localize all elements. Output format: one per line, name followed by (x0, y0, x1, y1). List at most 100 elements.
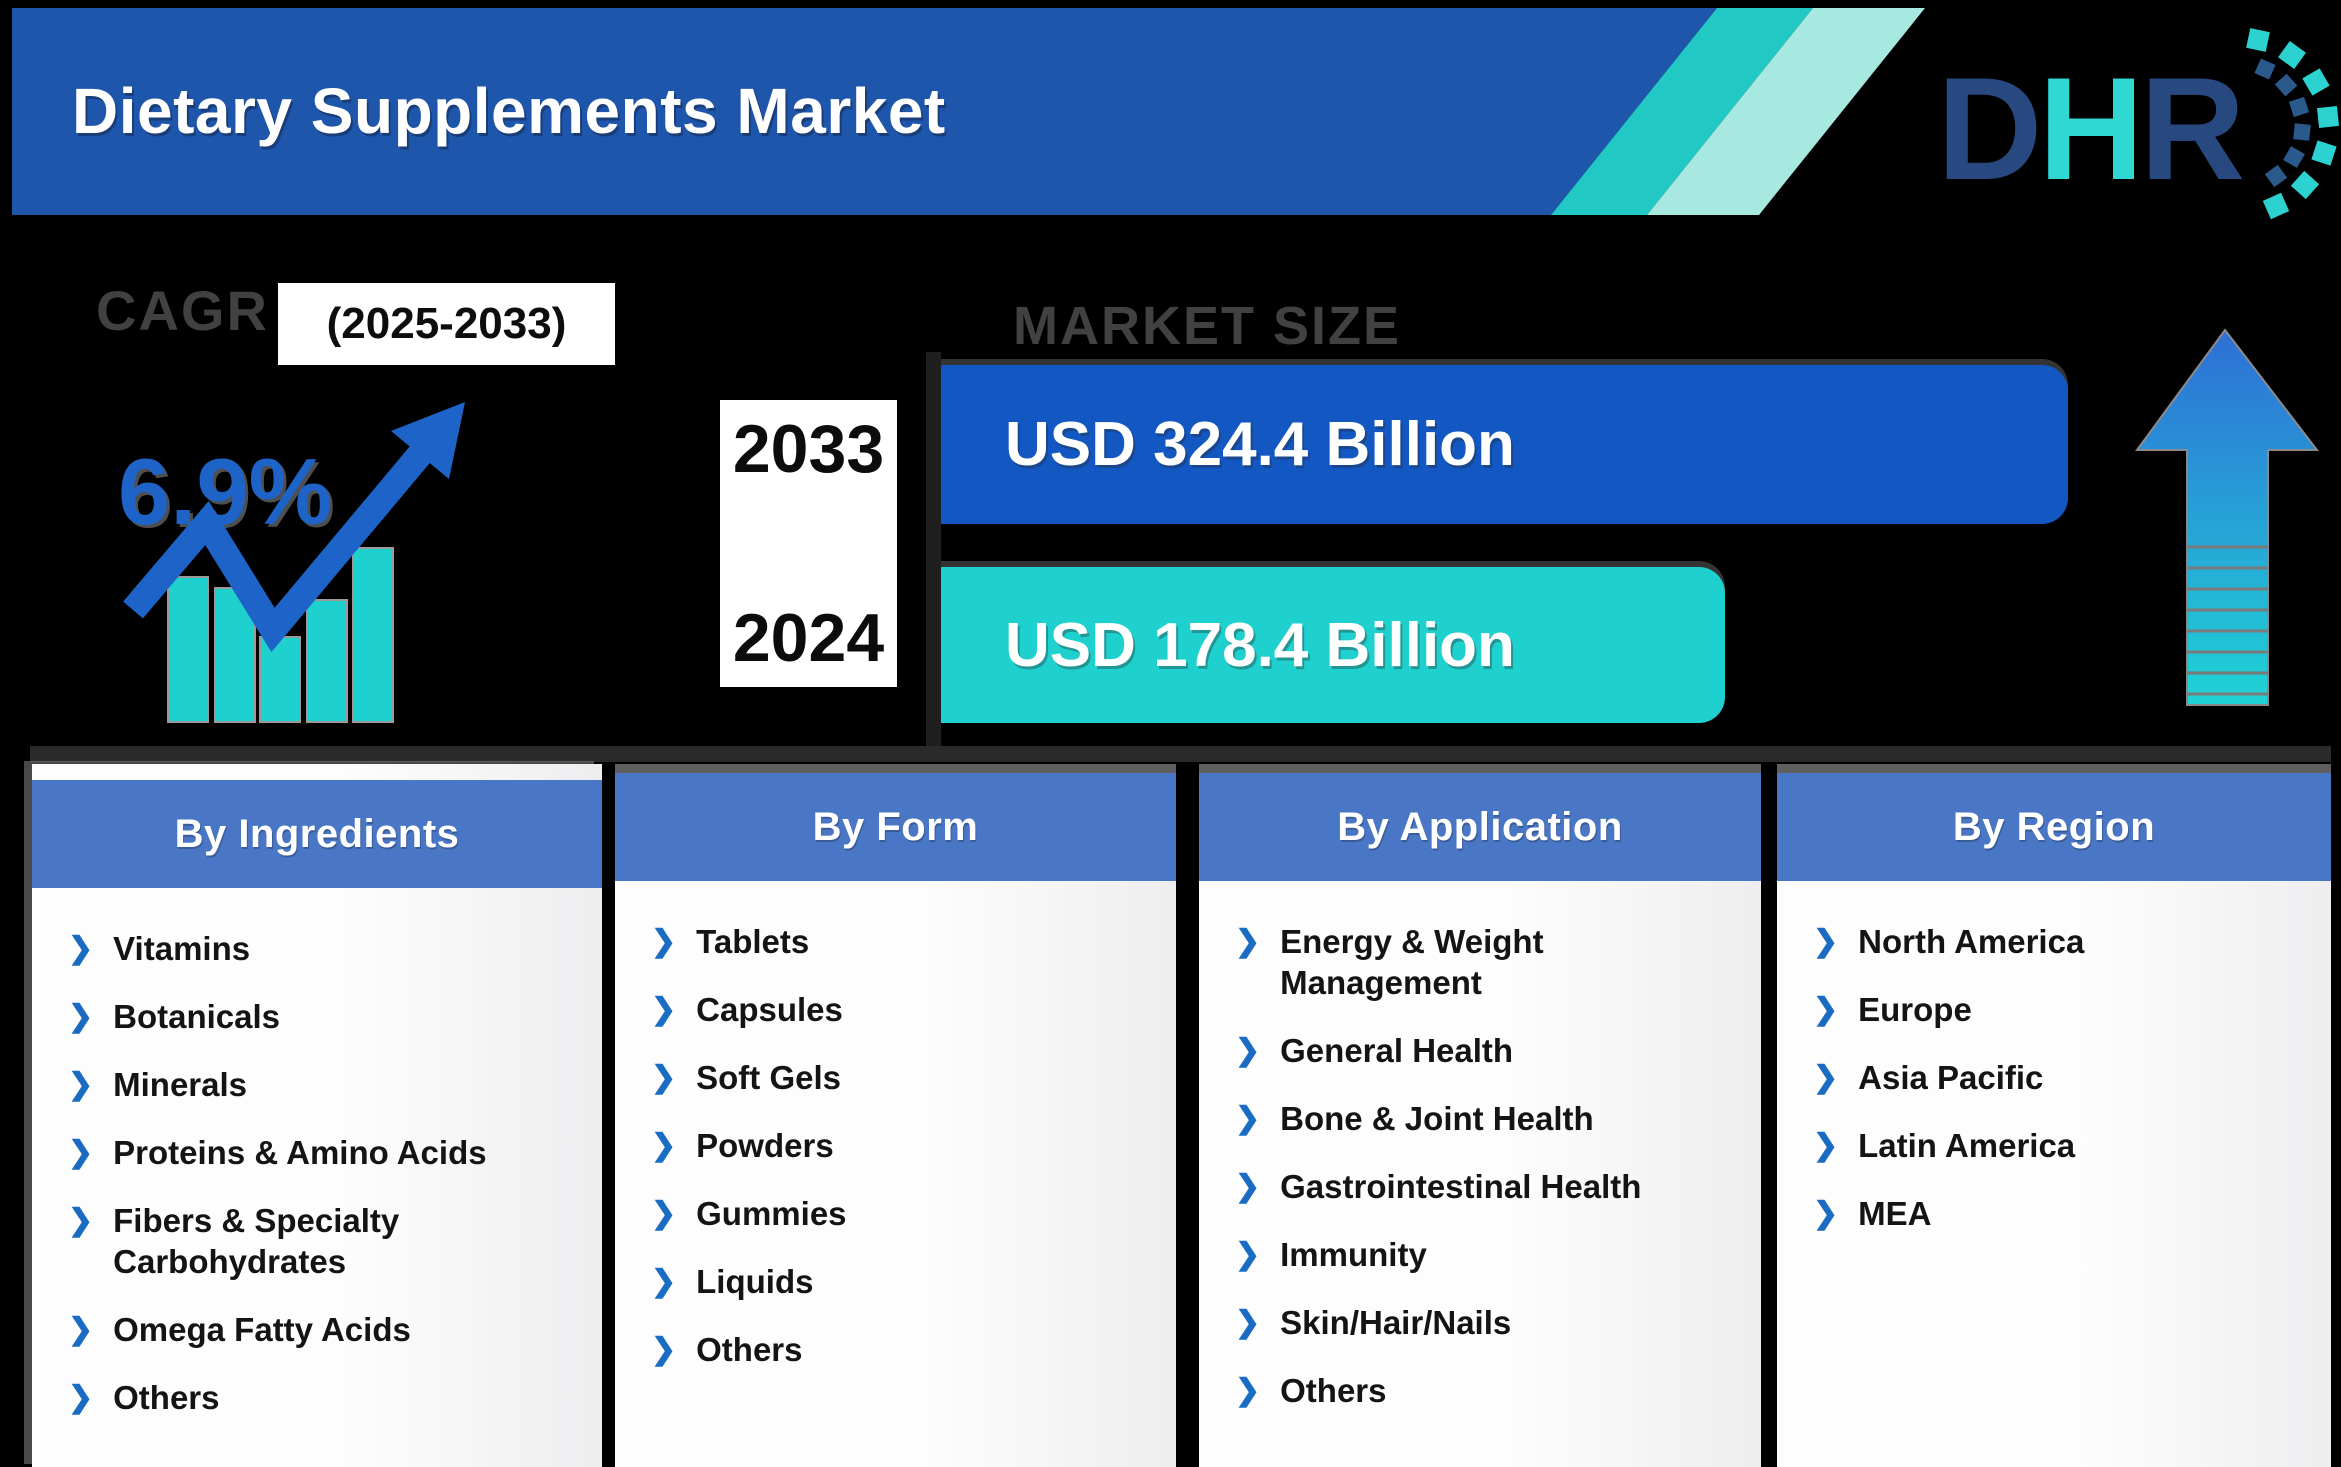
cagr-period: (2025-2033) (326, 299, 567, 348)
list-item: ❯ Others (651, 1329, 1160, 1370)
list-item: ❯ Tablets (651, 921, 1160, 962)
cagr-period-box: (2025-2033) (278, 283, 615, 365)
panel-title: By Form (615, 773, 1176, 881)
panel-by-form: By Form ❯ Tablets ❯ Capsules ❯ Soft Gels ❯ Powd… (615, 764, 1176, 1467)
bar-2033: USD 324.4 Billion (941, 365, 2068, 524)
list-item: ❯ Gummies (651, 1193, 1160, 1234)
list-item-label: Latin America (1858, 1127, 2076, 1164)
chevron-icon: ❯ (1813, 1197, 1839, 1230)
list-item-label: Others (1280, 1372, 1387, 1409)
cagr-label: CAGR (96, 279, 269, 342)
list-item-label: North America (1858, 923, 2085, 960)
logo-letter-d: D (1937, 47, 2042, 210)
panel-by-ingredients: By Ingredients ❯ Vitamins ❯ Botanicals ❯ Mine… (32, 764, 602, 1467)
list-item: ❯ North America (1813, 921, 2315, 962)
panel-title: By Region (1777, 773, 2331, 881)
chevron-icon: ❯ (68, 1068, 94, 1101)
up-arrow-icon (2135, 328, 2320, 706)
list-item: ❯ Minerals (68, 1064, 586, 1105)
list-item: ❯ Vitamins (68, 928, 586, 969)
list-item: ❯ Europe (1813, 989, 2315, 1030)
list-item-label: Vitamins (113, 930, 251, 967)
growth-chart-icon (123, 402, 465, 723)
header-band: Dietary Supplements Market D H R (12, 8, 2329, 215)
chevron-icon: ❯ (1813, 1129, 1839, 1162)
bar-2033-value: USD 324.4 Billion (1005, 410, 1515, 479)
page-title: Dietary Supplements Market (72, 75, 946, 147)
panel-by-application: By Application ❯ Energy & Weight Manageme… (1199, 764, 1761, 1467)
list-item: ❯ Powders (651, 1125, 1160, 1166)
panel-title: By Ingredients (32, 780, 602, 888)
logo-dot-arc-icon (2246, 28, 2339, 220)
segment-list: ❯ Energy & Weight Management ❯ General Heal… (1199, 881, 1761, 1411)
chevron-icon: ❯ (68, 1000, 94, 1033)
list-item-label: Others (113, 1379, 220, 1416)
list-item: ❯ Skin/Hair/Nails (1235, 1302, 1745, 1343)
list-item-label: Europe (1858, 991, 1972, 1028)
list-item: ❯ General Health (1235, 1030, 1745, 1071)
chevron-icon: ❯ (651, 1129, 677, 1162)
list-item-label: Energy & Weight Management (1280, 923, 1544, 1001)
list-item-label: Proteins & Amino Acids (113, 1134, 487, 1171)
list-item-label: Bone & Joint Health (1280, 1100, 1594, 1137)
list-item-label: Capsules (696, 991, 843, 1028)
chevron-icon: ❯ (1235, 925, 1261, 958)
year-2024: 2024 (732, 600, 885, 676)
list-item-label: Tablets (696, 923, 810, 960)
chevron-icon: ❯ (1813, 925, 1839, 958)
list-item: ❯ Others (68, 1377, 586, 1418)
list-item-label: Omega Fatty Acids (113, 1311, 411, 1348)
list-item-label: Skin/Hair/Nails (1280, 1304, 1512, 1341)
list-item-label: Immunity (1280, 1236, 1427, 1273)
infographic-canvas: Dietary Supplements Market D H R CAGR (2… (0, 0, 2341, 1467)
chevron-icon: ❯ (651, 1061, 677, 1094)
chevron-icon: ❯ (651, 993, 677, 1026)
list-item: ❯ Energy & Weight Management (1235, 921, 1745, 1003)
chevron-icon: ❯ (651, 1333, 677, 1366)
axis-line (926, 352, 941, 746)
chevron-icon: ❯ (651, 1197, 677, 1230)
list-item: ❯ Omega Fatty Acids (68, 1309, 586, 1350)
chevron-icon: ❯ (1235, 1034, 1261, 1067)
chevron-icon: ❯ (1813, 1061, 1839, 1094)
chevron-icon: ❯ (1235, 1374, 1261, 1407)
list-item: ❯ Botanicals (68, 996, 586, 1037)
chevron-icon: ❯ (68, 932, 94, 965)
logo-letter-h: H (2038, 47, 2143, 210)
chevron-icon: ❯ (68, 1313, 94, 1346)
panel-title: By Application (1199, 773, 1761, 881)
list-item: ❯ Asia Pacific (1813, 1057, 2315, 1098)
list-item: ❯ Others (1235, 1370, 1745, 1411)
chevron-icon: ❯ (651, 1265, 677, 1298)
list-item: ❯ Liquids (651, 1261, 1160, 1302)
list-item-label: Gastrointestinal Health (1280, 1168, 1642, 1205)
list-item-label: Gummies (696, 1195, 847, 1232)
year-2033: 2033 (732, 411, 885, 487)
list-item-label: Soft Gels (696, 1059, 841, 1096)
list-item-label: General Health (1280, 1032, 1514, 1069)
chevron-icon: ❯ (1235, 1170, 1261, 1203)
chevron-icon: ❯ (68, 1136, 94, 1169)
chevron-icon: ❯ (651, 925, 677, 958)
chevron-icon: ❯ (1235, 1102, 1261, 1135)
year-box: 2033 2024 (720, 400, 897, 687)
list-item-label: Asia Pacific (1858, 1059, 2044, 1096)
dhr-logo: D H R (1937, 47, 2245, 210)
list-item: ❯ Gastrointestinal Health (1235, 1166, 1745, 1207)
list-item-label: MEA (1858, 1195, 1932, 1232)
chevron-icon: ❯ (1235, 1238, 1261, 1271)
list-item: ❯ Latin America (1813, 1125, 2315, 1166)
bar-2024-value: USD 178.4 Billion (1005, 610, 1515, 680)
list-item: ❯ Soft Gels (651, 1057, 1160, 1098)
list-item: ❯ Fibers & Specialty Carbohydrates (68, 1200, 586, 1282)
list-item-label: Minerals (113, 1066, 248, 1103)
list-item: ❯ Immunity (1235, 1234, 1745, 1275)
section-divider (30, 746, 2331, 762)
list-item-label: Fibers & Specialty Carbohydrates (113, 1202, 400, 1280)
bar-2024: USD 178.4 Billion (941, 567, 1725, 723)
list-item-label: Powders (696, 1127, 834, 1164)
chevron-icon: ❯ (68, 1204, 94, 1237)
list-item: ❯ Bone & Joint Health (1235, 1098, 1745, 1139)
chevron-icon: ❯ (68, 1381, 94, 1414)
chevron-icon: ❯ (1813, 993, 1839, 1026)
